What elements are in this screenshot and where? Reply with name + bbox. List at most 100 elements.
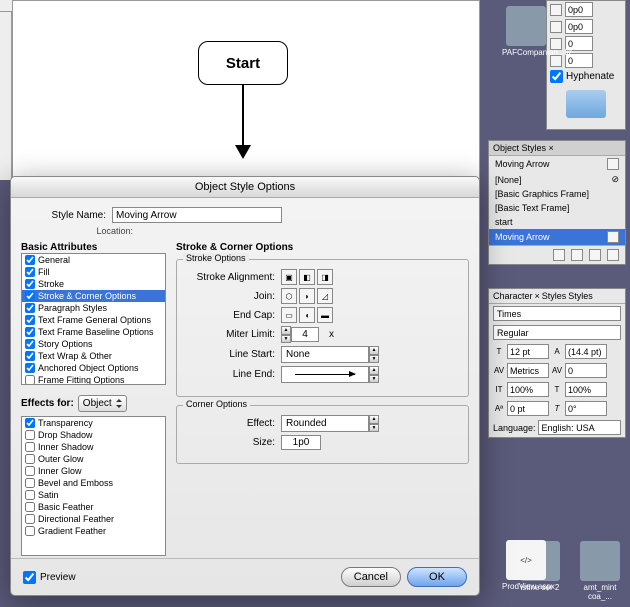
desktop-file[interactable]: PAFCompanion...liz <box>502 6 550 57</box>
arrow-line[interactable] <box>242 85 244 150</box>
kerning-field[interactable]: Metrics <box>507 363 549 378</box>
leading-field[interactable]: (14.4 pt) <box>565 344 607 359</box>
tab-character[interactable]: Character <box>493 291 533 301</box>
preview-checkbox[interactable] <box>23 571 36 584</box>
attribute-item[interactable]: Text Frame Baseline Options <box>22 326 165 338</box>
attribute-checkbox[interactable] <box>25 255 35 265</box>
attribute-checkbox[interactable] <box>25 315 35 325</box>
object-style-item[interactable]: start <box>489 215 625 229</box>
effect-checkbox[interactable] <box>25 478 35 488</box>
attribute-checkbox[interactable] <box>25 327 35 337</box>
effect-item[interactable]: Satin <box>22 489 165 501</box>
line-end-stepper[interactable]: ▲▼ <box>369 366 379 383</box>
style-name-input[interactable] <box>112 207 282 223</box>
line-start-select[interactable]: None <box>281 346 369 363</box>
attribute-item[interactable]: Text Wrap & Other <box>22 350 165 362</box>
preview-checkbox-wrap[interactable]: Preview <box>23 571 76 584</box>
object-style-item[interactable]: [Basic Text Frame] <box>489 201 625 215</box>
effect-item[interactable]: Transparency <box>22 417 165 429</box>
align-inside-icon[interactable]: ◧ <box>299 269 315 285</box>
miter-limit-field[interactable] <box>291 327 319 342</box>
new-folder-icon[interactable] <box>571 249 583 261</box>
corner-size-field[interactable] <box>281 435 321 450</box>
effect-item[interactable]: Bevel and Emboss <box>22 477 165 489</box>
attribute-item[interactable]: Paragraph Styles <box>22 302 165 314</box>
font-size-field[interactable]: 12 pt <box>507 344 549 359</box>
attribute-checkbox[interactable] <box>25 291 35 301</box>
join-bevel-icon[interactable]: ◿ <box>317 288 333 304</box>
cap-projecting-icon[interactable]: ▬ <box>317 307 333 323</box>
document-canvas[interactable]: Start <box>12 0 480 180</box>
effect-item[interactable]: Inner Shadow <box>22 441 165 453</box>
skew-field[interactable]: 0° <box>565 401 607 416</box>
tab-styles2[interactable]: Styles <box>568 291 593 301</box>
attribute-item[interactable]: General <box>22 254 165 266</box>
effect-item[interactable]: Drop Shadow <box>22 429 165 441</box>
tracking-field[interactable]: 0 <box>565 363 607 378</box>
language-select[interactable]: English: USA <box>538 420 621 435</box>
line-start-stepper[interactable]: ▲▼ <box>369 346 379 363</box>
effect-item[interactable]: Gradient Feather <box>22 525 165 537</box>
attribute-checkbox[interactable] <box>25 363 35 373</box>
desktop-file[interactable]: amt_mint coa_... <box>576 541 624 601</box>
cap-round-icon[interactable]: ◖ <box>299 307 315 323</box>
hyphenate-checkbox[interactable] <box>550 70 563 83</box>
align-outside-icon[interactable]: ◨ <box>317 269 333 285</box>
effect-item[interactable]: Basic Feather <box>22 501 165 513</box>
attribute-checkbox[interactable] <box>25 267 35 277</box>
object-style-item[interactable]: [Basic Graphics Frame] <box>489 187 625 201</box>
clear-override-icon[interactable] <box>553 249 565 261</box>
attribute-checkbox[interactable] <box>25 351 35 361</box>
effect-checkbox[interactable] <box>25 502 35 512</box>
effect-checkbox[interactable] <box>25 490 35 500</box>
font-style-select[interactable]: Regular <box>493 325 621 340</box>
join-round-icon[interactable]: ◗ <box>299 288 315 304</box>
effect-item[interactable]: Outer Glow <box>22 453 165 465</box>
vscale-field[interactable]: 100% <box>507 382 549 397</box>
hscale-field[interactable]: 100% <box>565 382 607 397</box>
attribute-item[interactable]: Text Frame General Options <box>22 314 165 326</box>
cancel-button[interactable]: Cancel <box>341 567 401 587</box>
indent-field[interactable]: 0p0 <box>565 2 593 17</box>
effect-checkbox[interactable] <box>25 514 35 524</box>
tab-styles[interactable]: Styles <box>542 291 567 301</box>
join-miter-icon[interactable]: ⬡ <box>281 288 297 304</box>
effect-checkbox[interactable] <box>25 442 35 452</box>
attribute-item[interactable]: Frame Fitting Options <box>22 374 165 385</box>
attribute-item[interactable]: Story Options <box>22 338 165 350</box>
object-style-item[interactable]: Moving Arrow <box>489 229 625 245</box>
attribute-checkbox[interactable] <box>25 279 35 289</box>
cap-butt-icon[interactable]: ▭ <box>281 307 297 323</box>
attribute-checkbox[interactable] <box>25 339 35 349</box>
effect-checkbox[interactable] <box>25 526 35 536</box>
effects-for-select[interactable]: Object <box>78 395 127 412</box>
trash-icon[interactable] <box>607 249 619 261</box>
attribute-item[interactable]: Stroke <box>22 278 165 290</box>
miter-stepper[interactable]: ▲▼ <box>281 326 291 343</box>
align-center-icon[interactable]: ▣ <box>281 269 297 285</box>
line-end-select[interactable] <box>281 366 369 383</box>
desktop-file[interactable]: </>ProdView.aspx <box>502 540 550 591</box>
attribute-item[interactable]: Stroke & Corner Options <box>22 290 165 302</box>
object-style-item[interactable]: [None]⊘ <box>489 172 625 187</box>
ok-button[interactable]: OK <box>407 567 467 587</box>
corner-effect-select[interactable]: Rounded <box>281 415 369 432</box>
effect-item[interactable]: Directional Feather <box>22 513 165 525</box>
folder-icon[interactable] <box>566 90 606 118</box>
attribute-checkbox[interactable] <box>25 303 35 313</box>
attribute-item[interactable]: Anchored Object Options <box>22 362 165 374</box>
effect-checkbox[interactable] <box>25 454 35 464</box>
flyout-icon[interactable] <box>607 158 619 170</box>
new-style-icon[interactable] <box>589 249 601 261</box>
font-family-select[interactable]: Times <box>493 306 621 321</box>
indent-field[interactable]: 0p0 <box>565 19 593 34</box>
start-shape[interactable]: Start <box>198 41 288 85</box>
effect-checkbox[interactable] <box>25 466 35 476</box>
effect-checkbox[interactable] <box>25 418 35 428</box>
baseline-field[interactable]: 0 pt <box>507 401 549 416</box>
effect-item[interactable]: Inner Glow <box>22 465 165 477</box>
corner-effect-stepper[interactable]: ▲▼ <box>369 415 379 432</box>
attribute-item[interactable]: Fill <box>22 266 165 278</box>
attribute-checkbox[interactable] <box>25 375 35 385</box>
effect-checkbox[interactable] <box>25 430 35 440</box>
